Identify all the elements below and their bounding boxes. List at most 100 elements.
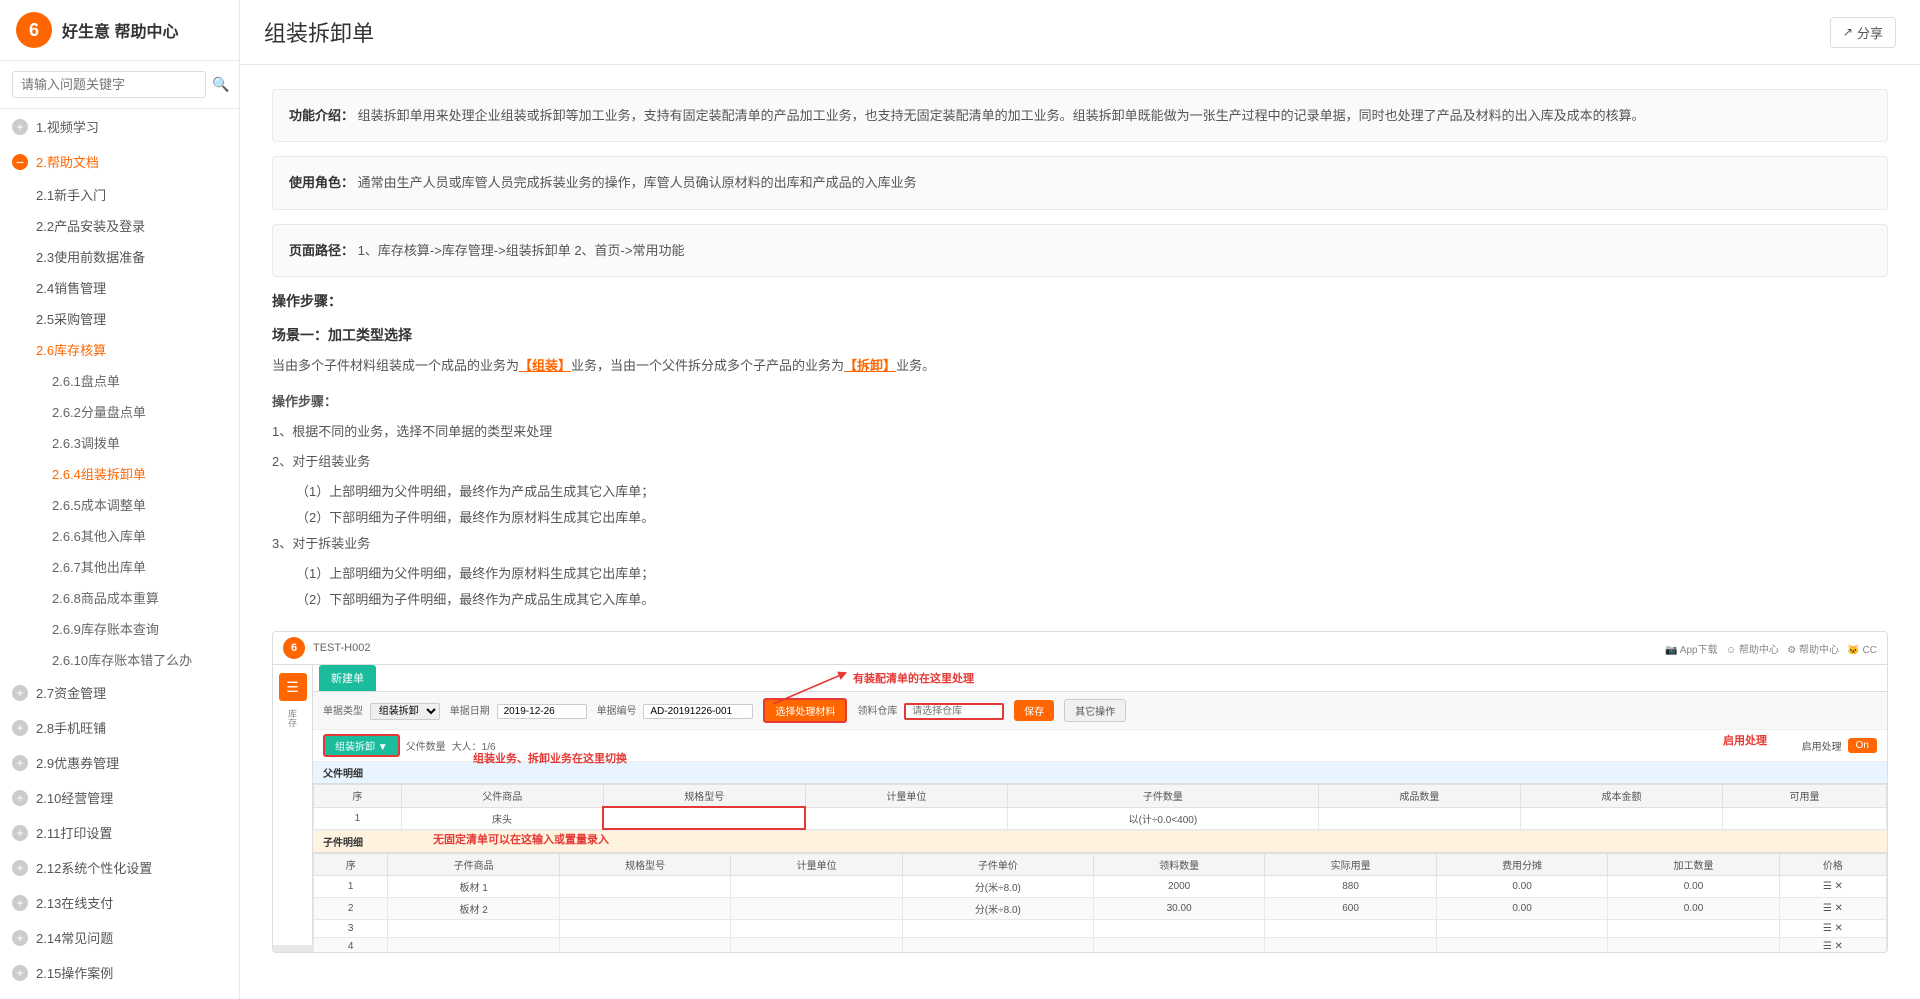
role-text: 通常由生产人员或库管人员完成拆装业务的操作，库管人员确认原材料的出库和产成品的入… xyxy=(358,175,917,190)
path-label: 页面路径： xyxy=(289,243,354,258)
col-amount: 成品数量 xyxy=(1318,785,1520,808)
sidebar-item-video[interactable]: + 1.视频学习 xyxy=(0,109,239,144)
sidebar-sub-outbound[interactable]: 2.6.7其他出库单 xyxy=(0,551,239,582)
path-block: 页面路径： 1、库存核算->库存管理->组装拆卸单 2、首页->常用功能 xyxy=(272,224,1888,277)
sidebar-item-finance[interactable]: + 2.7资金管理 xyxy=(0,675,239,710)
top-bar-links: 📷 App下载 ☺ 帮助中心 ⚙ 帮助中心 🐱 CC xyxy=(1665,641,1877,656)
search-icon[interactable]: 🔍 xyxy=(212,76,229,93)
role-label: 使用角色： xyxy=(289,175,354,190)
share-button[interactable]: ↗ 分享 xyxy=(1830,17,1896,48)
sidebar-sub-assembly[interactable]: 2.6.4组装拆卸单 xyxy=(0,458,239,489)
assembly-type-btn[interactable]: 组装拆卸 ▼ xyxy=(323,734,400,757)
col-qty: 计量单位 xyxy=(805,785,1007,808)
expand-icon-mobile: + xyxy=(12,720,28,736)
expand-icon-faq: + xyxy=(12,930,28,946)
sidebar-sub-install[interactable]: 2.2产品安装及登录 xyxy=(0,210,239,241)
table-row: 2 板材 2 分(米÷8.0) 30.00 600 0.00 0.00 xyxy=(314,898,1887,920)
sidebar-item-ops[interactable]: + 2.10经营管理 xyxy=(0,780,239,815)
sidebar-item-label-print: 2.11打印设置 xyxy=(36,823,112,842)
main-header: 组装拆卸单 ↗ 分享 xyxy=(240,0,1920,65)
annotation-manual: 无固定清单可以在这输入或置量录入 xyxy=(433,831,609,847)
app-main-area: ☰ 库存 新建单 xyxy=(273,665,1887,945)
role-block: 使用角色： 通常由生产人员或库管人员完成拆装业务的操作，库管人员确认原材料的出库… xyxy=(272,156,1888,209)
sidebar-sub-inbound[interactable]: 2.6.6其他入库单 xyxy=(0,520,239,551)
sidebar-item-label-finance: 2.7资金管理 xyxy=(36,683,106,702)
step3: 3、对于拆装业务 xyxy=(272,531,1888,557)
col-avail: 可用量 xyxy=(1723,785,1887,808)
step3-2: （2）下部明细为子件明细，最终作为产成品生成其它入库单。 xyxy=(272,587,1888,613)
sidebar-item-payment[interactable]: + 2.13在线支付 xyxy=(0,885,239,920)
sidebar-sub-sales[interactable]: 2.4销售管理 xyxy=(0,272,239,303)
app-form-fields: 单据类型 组装拆卸 单据日期 单据编号 xyxy=(313,692,1887,730)
col-num: 序 xyxy=(314,785,402,808)
num-input[interactable] xyxy=(643,704,753,719)
sidebar-item-system[interactable]: + 2.12系统个性化设置 xyxy=(0,850,239,885)
sidebar-item-mobile[interactable]: + 2.8手机旺铺 xyxy=(0,710,239,745)
sidebar-item-coupon[interactable]: + 2.9优惠券管理 xyxy=(0,745,239,780)
search-box: 🔍 xyxy=(0,61,239,109)
sidebar-item-faq[interactable]: + 2.14常见问题 xyxy=(0,920,239,955)
app-logo: 6 xyxy=(16,12,52,48)
search-input[interactable] xyxy=(12,71,206,98)
step2-1: （1）上部明细为父件明细，最终作为产成品生成其它入库单； xyxy=(272,479,1888,505)
batch-btn[interactable]: On xyxy=(1848,738,1877,753)
sidebar-item-print[interactable]: + 2.11打印设置 xyxy=(0,815,239,850)
expand-icon-cases: + xyxy=(12,965,28,981)
sidebar-item-label-mobile: 2.8手机旺铺 xyxy=(36,718,106,737)
page-title: 组装拆卸单 xyxy=(264,16,374,48)
expand-icon-video: + xyxy=(12,119,28,135)
sidebar-item-label-ops: 2.10经营管理 xyxy=(36,788,113,807)
screenshot-container: 6 TEST-H002 📷 App下载 ☺ 帮助中心 ⚙ 帮助中心 🐱 CC ☰ xyxy=(272,631,1888,953)
sidebar-sub-purchase[interactable]: 2.5采购管理 xyxy=(0,303,239,334)
app-tab-new: 新建单 xyxy=(319,665,376,691)
scene1-desc: 当由多个子件材料组装成一个成品的业务为【组装】业务，当由一个父件拆分成多个子产品… xyxy=(272,353,1888,379)
annotation-batch: 启用处理 xyxy=(1723,732,1767,748)
sidebar-sub-cost[interactable]: 2.6.5成本调整单 xyxy=(0,489,239,520)
batch-label: 启用处理 xyxy=(1802,738,1842,753)
table-row: 3☰ ✕ xyxy=(314,920,1887,938)
sidebar-sub-cost-recalc[interactable]: 2.6.8商品成本重算 xyxy=(0,582,239,613)
sidebar: 6 好生意 帮助中心 🔍 + 1.视频学习 − 2.帮助文档 2.1新手入门 2… xyxy=(0,0,240,999)
col-spec: 规格型号 xyxy=(603,785,805,808)
save-btn[interactable]: 保存 xyxy=(1014,700,1054,721)
expand-icon-docs: − xyxy=(12,154,28,170)
content-area: 功能介绍： 组装拆卸单用来处理企业组装或拆卸等加工业务，支持有固定装配清单的产品… xyxy=(240,65,1920,999)
sidebar-item-cases[interactable]: + 2.15操作案例 xyxy=(0,955,239,990)
type-select[interactable]: 组装拆卸 xyxy=(370,703,440,720)
app-nav-label: 库存 xyxy=(286,709,299,727)
toolbar-spacer: 父件数量 xyxy=(406,738,446,753)
main-panel: 组装拆卸单 ↗ 分享 功能介绍： 组装拆卸单用来处理企业组装或拆卸等加工业务，支… xyxy=(240,0,1920,999)
type-label: 单据类型 组装拆卸 xyxy=(323,702,440,720)
other-btn[interactable]: 其它操作 xyxy=(1064,699,1126,722)
sidebar-item-label-payment: 2.13在线支付 xyxy=(36,893,113,912)
expand-icon-payment: + xyxy=(12,895,28,911)
ops-steps2-label: 操作步骤： xyxy=(272,389,1888,415)
date-input[interactable] xyxy=(497,704,587,719)
scene1-title: 场景一：加工类型选择 xyxy=(272,325,1888,345)
date-field: 单据日期 xyxy=(450,702,587,719)
sidebar-item-label-video: 1.视频学习 xyxy=(36,117,99,136)
sidebar-sub-newbie[interactable]: 2.1新手入门 xyxy=(0,179,239,210)
app-left-nav: ☰ 库存 xyxy=(273,665,313,945)
sidebar-sub-ledger[interactable]: 2.6.9库存账本查询 xyxy=(0,613,239,644)
sidebar-item-docs[interactable]: − 2.帮助文档 xyxy=(0,144,239,179)
num-field: 单据编号 xyxy=(597,702,754,719)
sidebar-sub-split[interactable]: 2.6.2分量盘点单 xyxy=(0,396,239,427)
sidebar-sub-inventory[interactable]: 2.6库存核算 xyxy=(0,334,239,365)
sidebar-sub-adjust[interactable]: 2.6.3调拨单 xyxy=(0,427,239,458)
expand-icon-coupon: + xyxy=(12,755,28,771)
screenshot-inner: 6 TEST-H002 📷 App下载 ☺ 帮助中心 ⚙ 帮助中心 🐱 CC ☰ xyxy=(273,632,1887,952)
lower-table: 序 子件商品 规格型号 计量单位 子件单价 领料数量 实际用量 费用分摊 加工数 xyxy=(313,853,1887,953)
step3-1: （1）上部明细为父件明细，最终作为原材料生成其它出库单； xyxy=(272,561,1888,587)
sidebar-sub-stocktake[interactable]: 2.6.1盘点单 xyxy=(0,365,239,396)
table-row: 1 板材 1 分(米÷8.0) 2000 880 0.00 0.00 xyxy=(314,876,1887,898)
nav-section: + 1.视频学习 − 2.帮助文档 2.1新手入门 2.2产品安装及登录 2.3… xyxy=(0,109,239,990)
app-top-bar: 6 TEST-H002 📷 App下载 ☺ 帮助中心 ⚙ 帮助中心 🐱 CC xyxy=(273,632,1887,665)
sidebar-item-label-faq: 2.14常见问题 xyxy=(36,928,113,947)
share-label: 分享 xyxy=(1857,23,1883,42)
sidebar-sub-ledger-fix[interactable]: 2.6.10库存账本错了么办 xyxy=(0,644,239,675)
table-row: 1 床头 以(计÷0.0<400) xyxy=(314,807,1887,829)
sidebar-sub-data[interactable]: 2.3使用前数据准备 xyxy=(0,241,239,272)
app-tabs: 新建单 xyxy=(313,665,1887,692)
company-label: TEST-H002 xyxy=(313,642,370,654)
